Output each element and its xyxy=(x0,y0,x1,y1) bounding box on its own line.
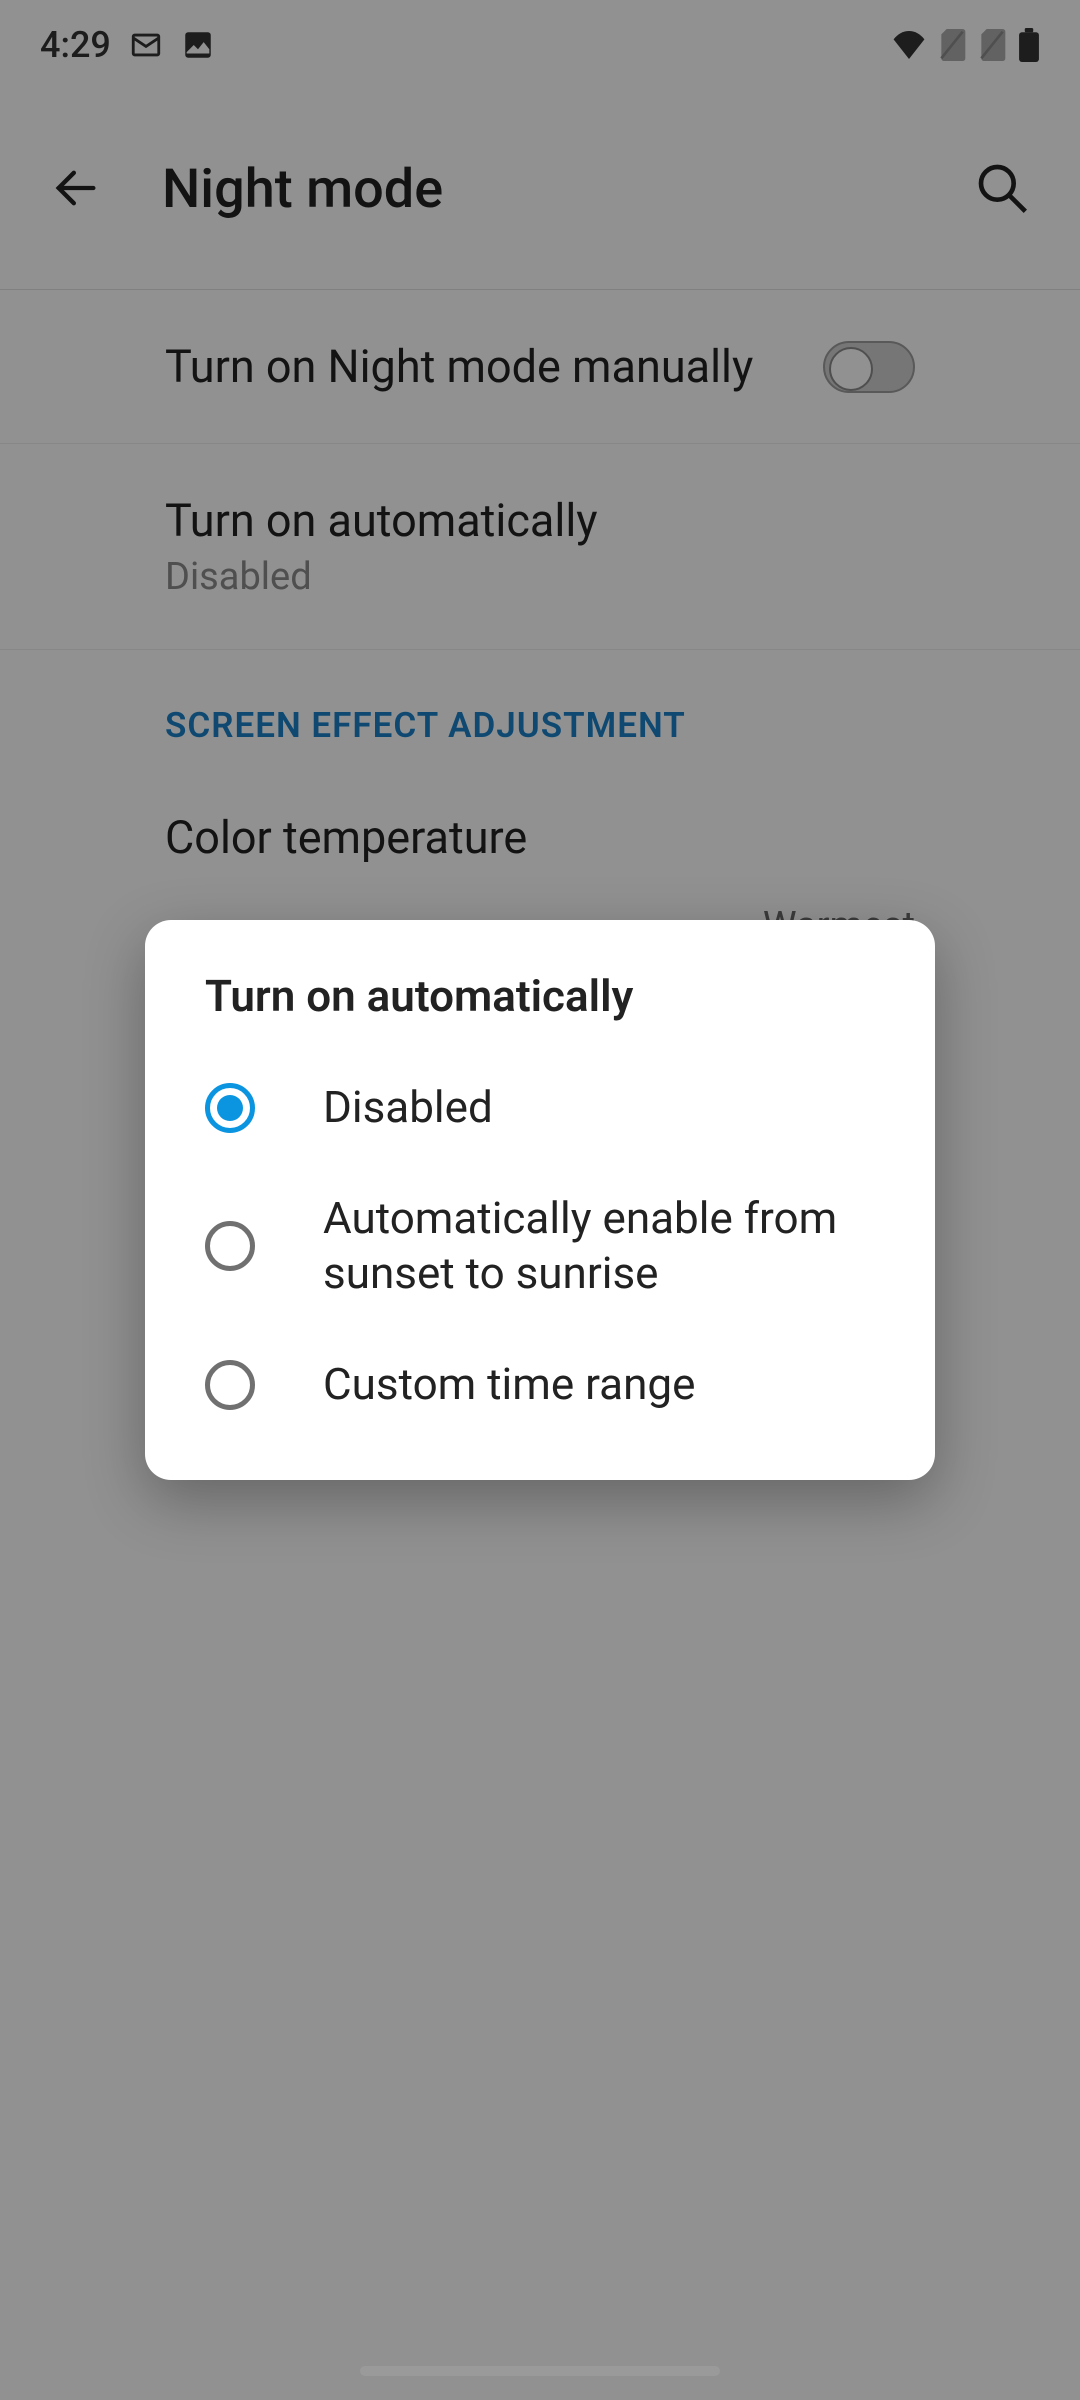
radio-label: Custom time range xyxy=(323,1357,695,1412)
radio-option-sunset-sunrise[interactable]: Automatically enable from sunset to sunr… xyxy=(145,1163,935,1329)
turn-on-automatically-dialog: Turn on automatically Disabled Automatic… xyxy=(145,920,935,1480)
navigation-bar-indicator[interactable] xyxy=(360,2366,720,2376)
radio-icon xyxy=(205,1360,255,1410)
modal-scrim[interactable]: Turn on automatically Disabled Automatic… xyxy=(0,0,1080,2400)
radio-icon xyxy=(205,1221,255,1271)
radio-option-custom-time[interactable]: Custom time range xyxy=(145,1329,935,1440)
dialog-title: Turn on automatically xyxy=(145,970,935,1052)
radio-label: Automatically enable from sunset to sunr… xyxy=(323,1191,875,1301)
radio-option-disabled[interactable]: Disabled xyxy=(145,1052,935,1163)
radio-icon xyxy=(205,1083,255,1133)
radio-label: Disabled xyxy=(323,1080,493,1135)
